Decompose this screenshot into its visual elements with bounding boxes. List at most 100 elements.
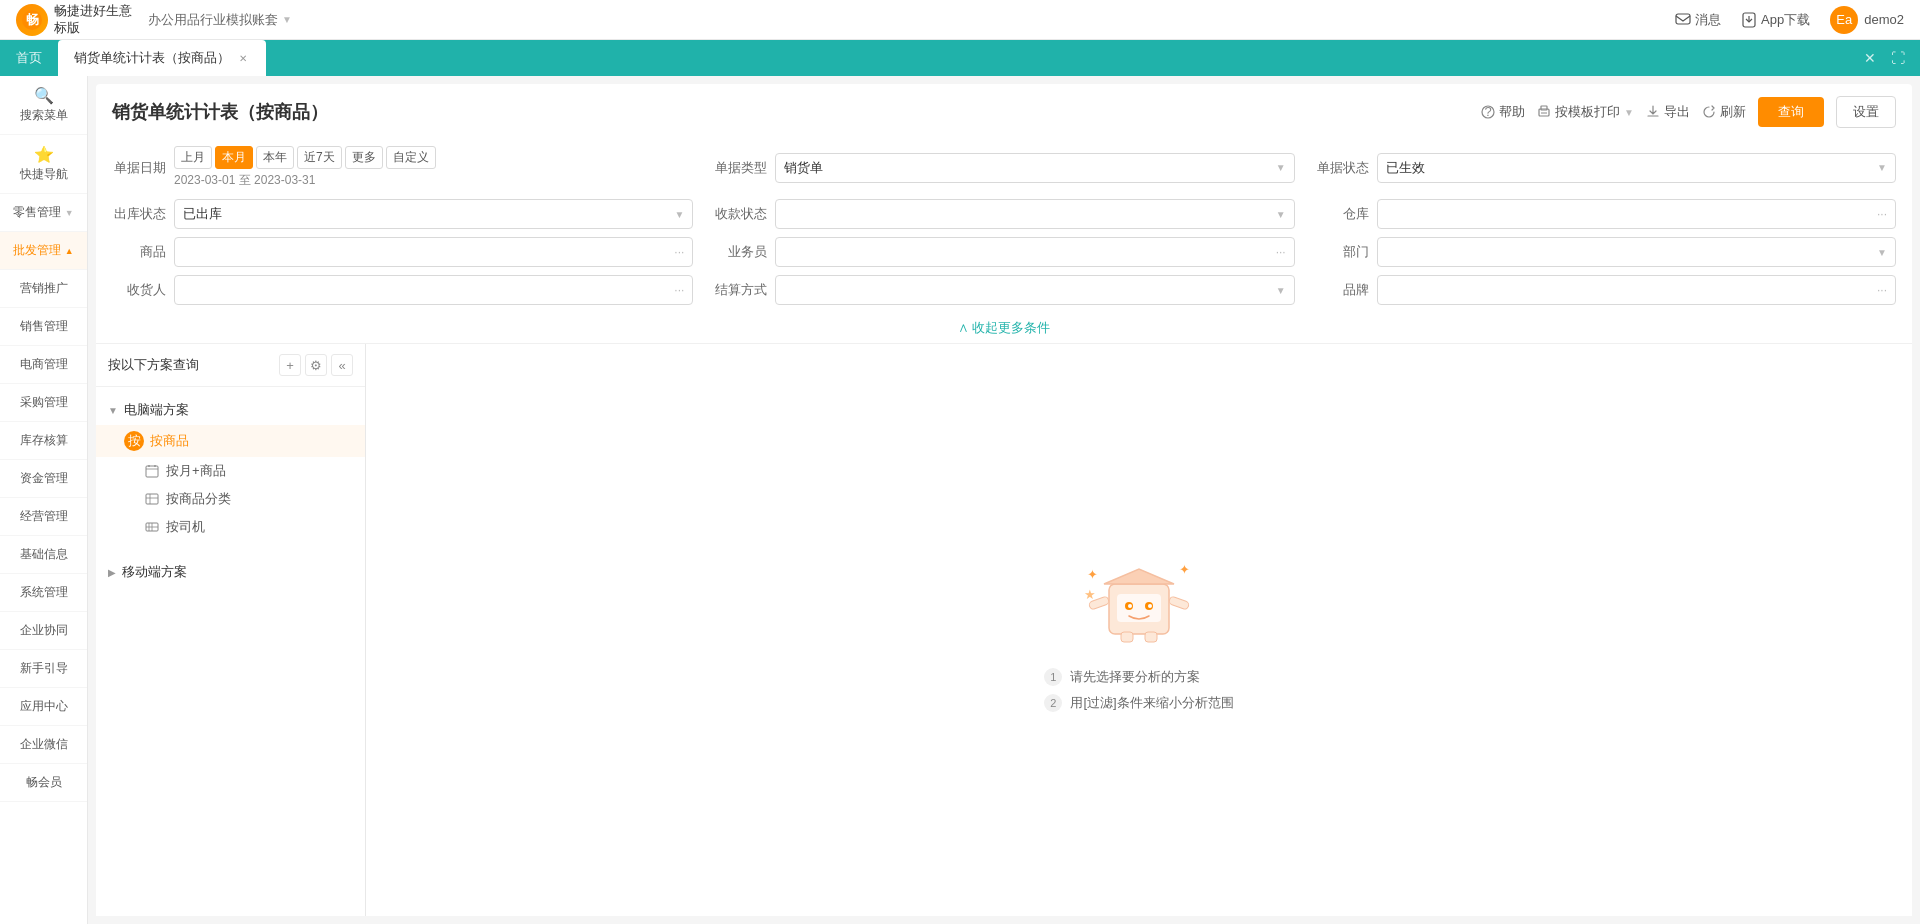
help-action[interactable]: ? 帮助 (1481, 103, 1525, 121)
filter-row-2: 出库状态 已出库 ▼ 收款状态 ▼ (96, 195, 1912, 233)
print-action[interactable]: 按模板打印 ▼ (1537, 103, 1634, 121)
left-panel-title: 按以下方案查询 (108, 356, 199, 374)
svg-rect-29 (1121, 632, 1133, 642)
panel-collapse-btn[interactable]: « (331, 354, 353, 376)
filter-row-4: 收货人 ··· 结算方式 ▼ (96, 271, 1912, 313)
collapse-filters[interactable]: ∧ 收起更多条件 (104, 313, 1904, 343)
brand-field[interactable]: ··· (1377, 275, 1896, 305)
payment-method-dropdown[interactable]: ▼ (775, 275, 1294, 305)
right-content: ✦ ✦ ★ 1 请先选择要分析的方案 2 用[过滤]条件来缩小分析范围 (366, 344, 1912, 916)
payment-method-item: 结算方式 ▼ (713, 275, 1294, 305)
sidebar-item-appcenter[interactable]: 应用中心 (0, 688, 87, 726)
period-this-year[interactable]: 本年 (256, 146, 294, 169)
doc-type-filter-item: 单据类型 销货单 ▼ (713, 146, 1294, 189)
payment-status-label: 收款状态 (713, 205, 767, 223)
salesperson-label: 业务员 (713, 243, 767, 261)
sidebar-item-cooperation[interactable]: 企业协同 (0, 612, 87, 650)
app-download-action[interactable]: App下载 (1741, 11, 1810, 29)
tree-item-by-category[interactable]: 按商品分类 (96, 485, 365, 513)
tree-group-label: 电脑端方案 (124, 401, 189, 419)
doc-type-label: 单据类型 (713, 159, 767, 177)
panel-settings-btn[interactable]: ⚙ (305, 354, 327, 376)
product-field[interactable]: ··· (174, 237, 693, 267)
tree-mobile-header[interactable]: ▶ 移动端方案 (96, 557, 365, 587)
empty-state: ✦ ✦ ★ 1 请先选择要分析的方案 2 用[过滤]条件来缩小分析范围 (366, 344, 1912, 916)
payment-status-dropdown[interactable]: ▼ (775, 199, 1294, 229)
storage-status-dropdown[interactable]: 已出库 ▼ (174, 199, 693, 229)
query-button[interactable]: 查询 (1758, 97, 1824, 127)
svg-rect-30 (1145, 632, 1157, 642)
doc-type-control: 销货单 ▼ (775, 153, 1294, 183)
period-more[interactable]: 更多 (345, 146, 383, 169)
top-left: 畅 畅捷进好生意 标版 办公用品行业模拟账套 ▼ (16, 3, 300, 37)
warehouse-label: 仓库 (1315, 205, 1369, 223)
top-header: 畅 畅捷进好生意 标版 办公用品行业模拟账套 ▼ 消息 App下载 Ea dem… (0, 0, 1920, 40)
month-product-icon (144, 463, 160, 479)
consignee-field[interactable]: ··· (174, 275, 693, 305)
product-item: 商品 ··· (112, 237, 693, 267)
export-action[interactable]: 导出 (1646, 103, 1690, 121)
window-close-btn[interactable]: ✕ (1860, 48, 1880, 68)
sidebar-item-member[interactable]: 畅会员 (0, 764, 87, 802)
dept-item: 部门 ▼ (1315, 237, 1896, 267)
sidebar-item-finance[interactable]: 资金管理 (0, 460, 87, 498)
doc-type-dropdown[interactable]: 销货单 ▼ (775, 153, 1294, 183)
sidebar-item-sales[interactable]: 销售管理 (0, 308, 87, 346)
window-maximize-btn[interactable]: ⛶ (1888, 48, 1908, 68)
payment-method-label: 结算方式 (713, 281, 767, 299)
tree-mobile-expand-icon: ▶ (108, 567, 116, 578)
storage-status-item: 出库状态 已出库 ▼ (112, 199, 693, 229)
salesperson-item: 业务员 ··· (713, 237, 1294, 267)
warehouse-field[interactable]: ··· (1377, 199, 1896, 229)
sidebar-item-retail[interactable]: 零售管理 ▼ (0, 194, 87, 232)
doc-status-dropdown[interactable]: 已生效 ▼ (1377, 153, 1896, 183)
tree-item-by-product[interactable]: 按 按商品 (96, 425, 365, 457)
tab-close-stats[interactable]: ✕ (236, 51, 250, 65)
app-selector[interactable]: 办公用品行业模拟账套 ▼ (140, 7, 300, 33)
salesperson-field[interactable]: ··· (775, 237, 1294, 267)
logo-icon: 畅 (16, 4, 48, 36)
sidebar-item-operations[interactable]: 经营管理 (0, 498, 87, 536)
period-last-month[interactable]: 上月 (174, 146, 212, 169)
sidebar-item-ecommerce[interactable]: 电商管理 (0, 346, 87, 384)
sidebar-item-marketing[interactable]: 营销推广 (0, 270, 87, 308)
tab-home[interactable]: 首页 (0, 40, 58, 76)
sidebar-item-inventory[interactable]: 库存核算 (0, 422, 87, 460)
tab-window-controls: ✕ ⛶ (1860, 48, 1920, 68)
panel-add-btn[interactable]: + (279, 354, 301, 376)
empty-illustration: ✦ ✦ ★ (1079, 544, 1199, 644)
dept-field[interactable]: ▼ (1377, 237, 1896, 267)
tree-item-by-cashier[interactable]: 按司机 (96, 513, 365, 541)
date-label: 单据日期 (112, 159, 166, 177)
tree-item-by-month-product[interactable]: 按月+商品 (96, 457, 365, 485)
period-this-month[interactable]: 本月 (215, 146, 253, 169)
consignee-label: 收货人 (112, 281, 166, 299)
sidebar-item-basic[interactable]: 基础信息 (0, 536, 87, 574)
sidebar-search[interactable]: 🔍 搜索菜单 (0, 76, 87, 135)
period-last-7[interactable]: 近7天 (297, 146, 342, 169)
sidebar-quicknav[interactable]: ⭐ 快捷导航 (0, 135, 87, 194)
sidebar-item-corpwechat[interactable]: 企业微信 (0, 726, 87, 764)
sidebar-item-system[interactable]: 系统管理 (0, 574, 87, 612)
sidebar-item-purchase[interactable]: 采购管理 (0, 384, 87, 422)
refresh-action[interactable]: 刷新 (1702, 103, 1746, 121)
quicknav-icon: ⭐ (0, 145, 87, 164)
doc-status-filter-item: 单据状态 已生效 ▼ (1315, 146, 1896, 189)
tree-desktop-header[interactable]: ▼ 电脑端方案 (96, 395, 365, 425)
tab-stats[interactable]: 销货单统计计表（按商品） ✕ (58, 40, 266, 76)
left-panel-actions: + ⚙ « (279, 354, 353, 376)
doc-status-label: 单据状态 (1315, 159, 1369, 177)
message-action[interactable]: 消息 (1675, 11, 1721, 29)
by-product-icon: 按 (124, 431, 144, 451)
svg-text:★: ★ (1084, 587, 1096, 602)
top-right: 消息 App下载 Ea demo2 (1675, 6, 1904, 34)
period-custom[interactable]: 自定义 (386, 146, 436, 169)
svg-text:✦: ✦ (1087, 567, 1098, 582)
settings-button[interactable]: 设置 (1836, 96, 1896, 128)
left-panel: 按以下方案查询 + ⚙ « ▼ 电脑端方案 按 (96, 344, 366, 916)
sidebar-item-wholesale[interactable]: 批发管理 ▲ (0, 232, 87, 270)
sidebar-item-newuser[interactable]: 新手引导 (0, 650, 87, 688)
date-filter-item: 单据日期 上月 本月 本年 近7天 更多 自定义 2023-03-01 至 20… (112, 146, 693, 189)
user-menu[interactable]: Ea demo2 (1830, 6, 1904, 34)
search-icon: 🔍 (0, 86, 87, 105)
